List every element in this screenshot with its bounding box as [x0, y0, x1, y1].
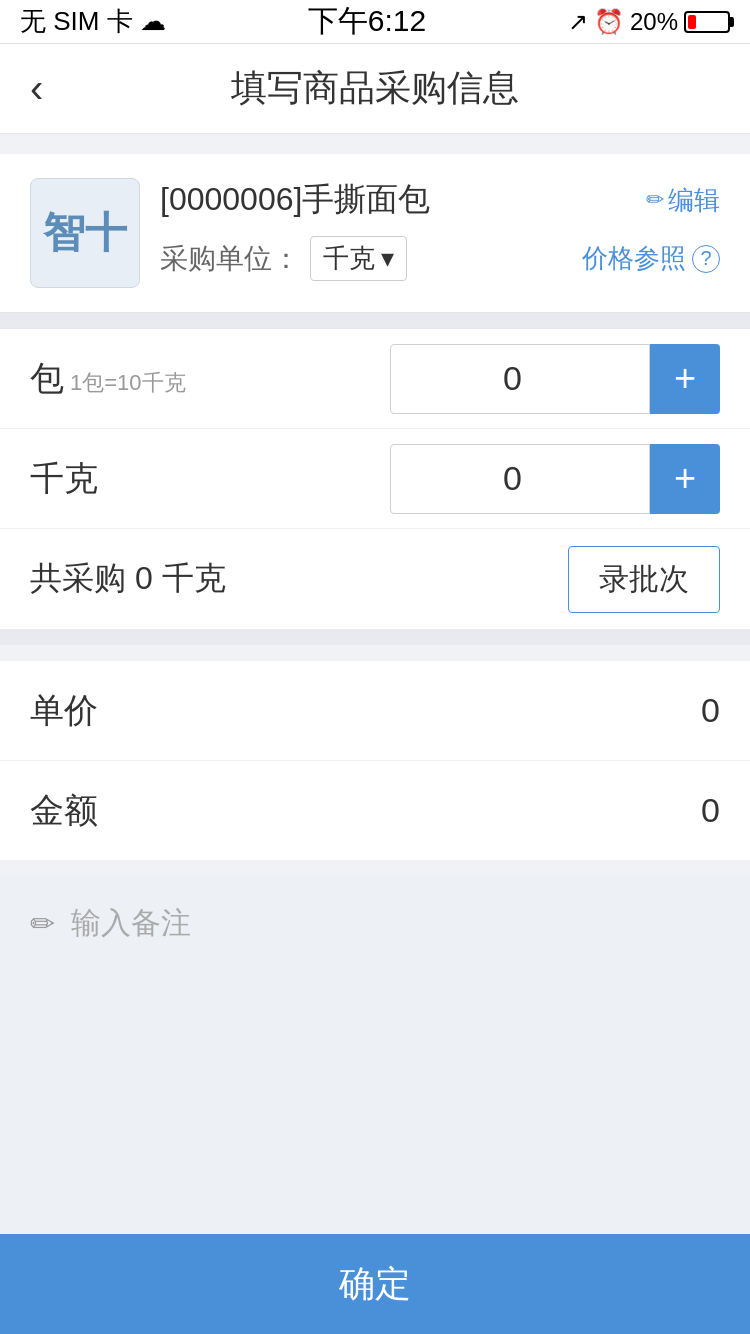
kg-plus-button[interactable]: + [650, 444, 720, 514]
bao-field-wrap: + [206, 344, 720, 414]
purchase-unit-row: 采购单位： 千克 ▾ [160, 236, 407, 281]
kg-label: 千克 [30, 456, 150, 502]
status-bar: 无 SIM 卡 ☁ 下午6:12 ↗ ⏰ 20% [0, 0, 750, 44]
price-ref-button[interactable]: 价格参照 ? [582, 241, 720, 276]
amount-label: 金额 [30, 788, 98, 834]
total-row: 共采购 0 千克 录批次 [0, 529, 750, 629]
bao-input-row: 包1包=10千克 + [0, 329, 750, 429]
confirm-button[interactable]: 确定 [0, 1234, 750, 1334]
location-icon: ↗ [568, 8, 588, 36]
status-right: ↗ ⏰ 20% [568, 8, 730, 36]
input-section: 包1包=10千克 + 千克 + [0, 329, 750, 529]
total-text: 共采购 0 千克 [30, 557, 226, 601]
product-thumbnail: 智十 [30, 178, 140, 288]
nav-bar: ‹ 填写商品采购信息 [0, 44, 750, 134]
unit-price-row: 单价 0 [0, 661, 750, 761]
price-ref-label: 价格参照 [582, 241, 686, 276]
kg-field-wrap: + [170, 444, 720, 514]
notes-section[interactable]: ✏ 输入备注 [0, 877, 750, 970]
kg-input[interactable] [390, 444, 650, 514]
bao-plus-button[interactable]: + [650, 344, 720, 414]
battery-icon [684, 11, 730, 33]
chevron-down-icon: ▾ [381, 243, 394, 274]
edit-icon: ✏ [646, 187, 664, 213]
batch-button[interactable]: 录批次 [568, 546, 720, 613]
section-divider-2 [0, 629, 750, 645]
section-divider-1 [0, 313, 750, 329]
edit-label: 编辑 [668, 183, 720, 218]
notes-placeholder: 输入备注 [71, 903, 191, 944]
bao-input[interactable] [390, 344, 650, 414]
product-name: [0000006]手撕面包 [160, 178, 430, 222]
status-left: 无 SIM 卡 ☁ [20, 4, 166, 39]
battery-label: 20% [630, 8, 678, 36]
page-title: 填写商品采购信息 [231, 64, 519, 113]
bao-sub-label: 1包=10千克 [70, 370, 186, 395]
unit-select[interactable]: 千克 ▾ [310, 236, 407, 281]
status-time: 下午6:12 [308, 1, 426, 42]
info-icon: ? [692, 245, 720, 273]
total-unit [153, 560, 162, 596]
unit-price-label: 单价 [30, 688, 98, 734]
alarm-icon: ⏰ [594, 8, 624, 36]
confirm-label: 确定 [339, 1260, 411, 1309]
product-info: [0000006]手撕面包 ✏ 编辑 采购单位： 千克 ▾ 价格参照 ? [160, 178, 720, 281]
pencil-icon: ✏ [30, 906, 55, 941]
amount-row: 金额 0 [0, 761, 750, 861]
edit-button[interactable]: ✏ 编辑 [646, 183, 720, 218]
unit-value: 千克 [323, 241, 375, 276]
amount-value: 0 [701, 791, 720, 830]
bao-label: 包1包=10千克 [30, 356, 186, 402]
price-section: 单价 0 金额 0 [0, 661, 750, 861]
unit-price-value: 0 [701, 691, 720, 730]
product-card: 智十 [0000006]手撕面包 ✏ 编辑 采购单位： 千克 ▾ 价格参照 ? [0, 154, 750, 313]
back-button[interactable]: ‹ [30, 66, 43, 111]
sim-label: 无 SIM 卡 ☁ [20, 4, 166, 39]
kg-input-row: 千克 + [0, 429, 750, 529]
product-thumb-text: 智十 [43, 212, 127, 254]
total-label: 共采购 [30, 560, 126, 596]
purchase-unit-label: 采购单位： [160, 240, 300, 278]
